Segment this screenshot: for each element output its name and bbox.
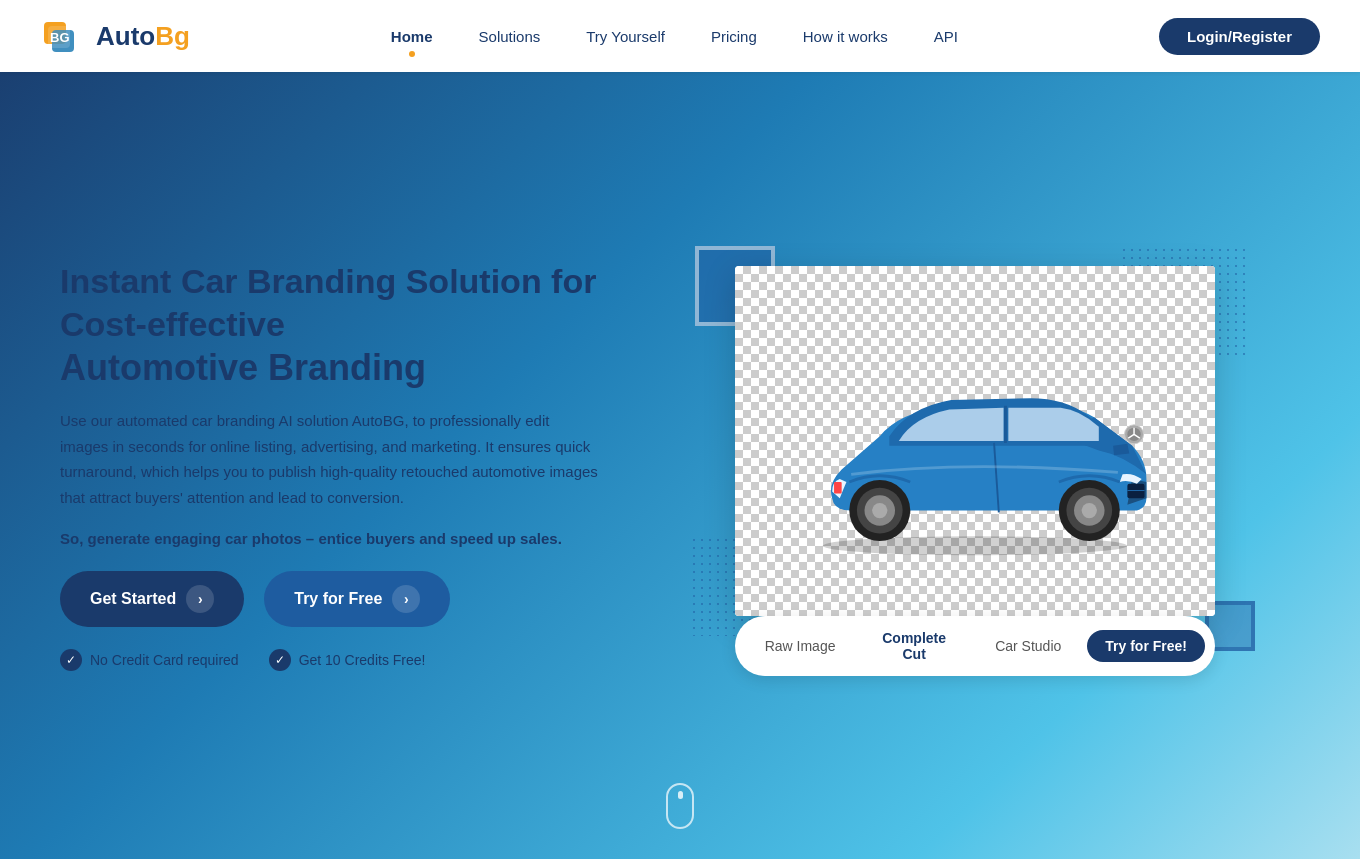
logo-text: AutoBg [96,21,190,52]
tab-raw-image[interactable]: Raw Image [745,630,855,662]
tab-try-button[interactable]: Try for Free! [1087,630,1205,662]
checker-background [735,266,1215,616]
svg-rect-9 [834,481,842,492]
login-register-button[interactable]: Login/Register [1159,18,1320,55]
hero-description: Use our automated car branding AI soluti… [60,408,600,510]
nav-try-yourself[interactable]: Try Yourself [568,20,683,53]
car-image-frame [735,266,1215,616]
hero-cta-text: So, generate engaging car photos – entic… [60,530,640,547]
tab-complete-cut[interactable]: Complete Cut [859,622,969,670]
get-started-button[interactable]: Get Started › [60,571,244,627]
logo-icon: BG [40,12,88,60]
image-card-wrapper: Raw Image Complete Cut Car Studio Try fo… [715,256,1235,676]
hero-title-highlight: Automotive Branding [60,347,426,388]
nav-pricing[interactable]: Pricing [693,20,775,53]
hero-content-right: Raw Image Complete Cut Car Studio Try fo… [640,256,1310,676]
hero-section: Instant Car Branding Solution for Cost-e… [0,0,1360,859]
svg-text:BG: BG [50,30,70,45]
get-started-arrow-icon: › [186,585,214,613]
hero-title: Instant Car Branding Solution for Cost-e… [60,260,640,390]
tab-car-studio[interactable]: Car Studio [973,630,1083,662]
navbar: BG AutoBg Home Solutions Try Yourself Pr… [0,0,1360,72]
scroll-indicator [666,783,694,829]
logo-link[interactable]: BG AutoBg [40,12,190,60]
no-cc-check-icon: ✓ [60,649,82,671]
hero-badges: ✓ No Credit Card required ✓ Get 10 Credi… [60,649,640,671]
credits-badge: ✓ Get 10 Credits Free! [269,649,426,671]
nav-home[interactable]: Home [373,20,451,53]
credits-check-icon: ✓ [269,649,291,671]
svg-point-15 [1082,502,1097,517]
try-free-arrow-icon: › [392,585,420,613]
no-cc-badge: ✓ No Credit Card required [60,649,239,671]
nav-how-it-works[interactable]: How it works [785,20,906,53]
nav-solutions[interactable]: Solutions [461,20,559,53]
scroll-dot [678,791,683,799]
scroll-mouse-icon [666,783,694,829]
car-image [775,321,1175,561]
nav-api[interactable]: API [916,20,976,53]
svg-point-19 [872,502,887,517]
try-for-free-button[interactable]: Try for Free › [264,571,450,627]
image-tab-bar: Raw Image Complete Cut Car Studio Try fo… [735,616,1215,676]
hero-buttons: Get Started › Try for Free › [60,571,640,627]
hero-content-left: Instant Car Branding Solution for Cost-e… [60,260,640,671]
navbar-links: Home Solutions Try Yourself Pricing How … [373,20,976,53]
